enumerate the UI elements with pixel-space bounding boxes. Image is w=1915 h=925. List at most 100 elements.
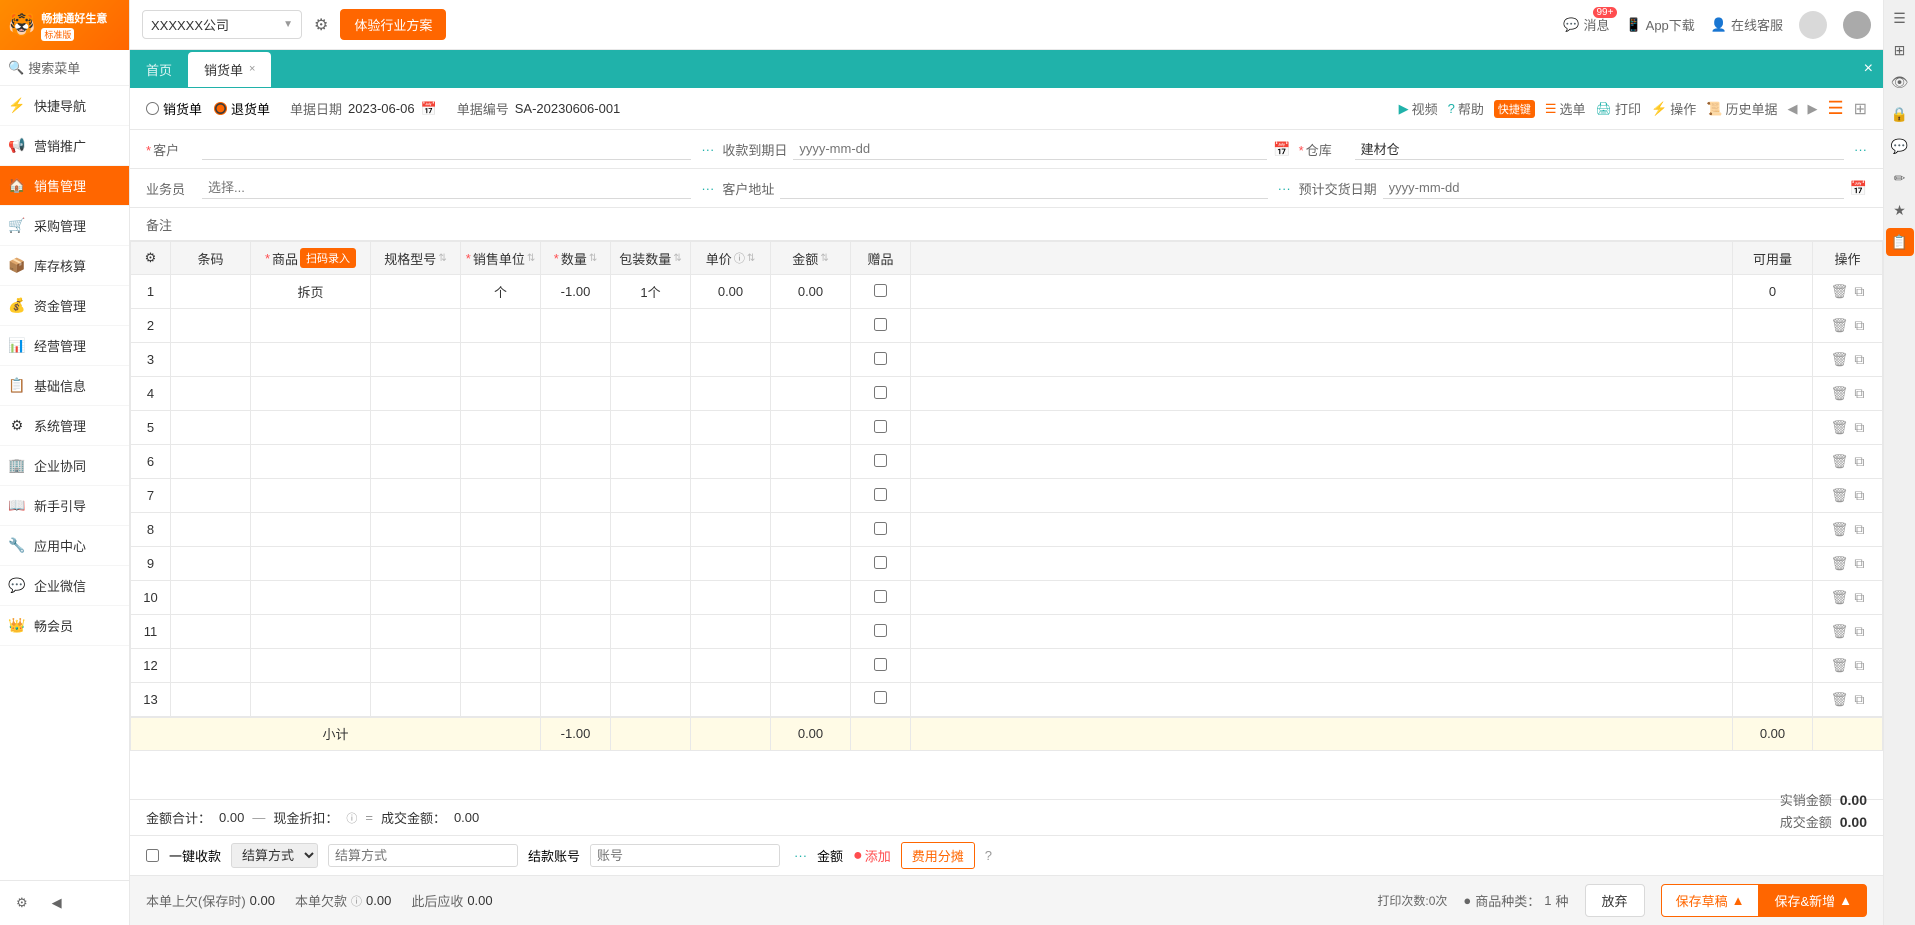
delete-row-btn-12[interactable]: 🗑	[1831, 691, 1849, 708]
cell-gift-5[interactable]	[851, 445, 911, 479]
cell-amount-2[interactable]	[771, 343, 851, 377]
salesperson-input[interactable]	[202, 177, 691, 199]
delete-row-btn-2[interactable]: 🗑	[1831, 351, 1849, 368]
right-table-view-icon[interactable]: ☰	[1886, 4, 1914, 32]
cell-pkgqty-9[interactable]	[611, 581, 691, 615]
cell-spec-12[interactable]	[371, 683, 461, 717]
cell-barcode-0[interactable]	[171, 275, 251, 309]
cell-price-10[interactable]	[691, 615, 771, 649]
cell-qty-3[interactable]	[541, 377, 611, 411]
sidebar-item-inventory[interactable]: 📦 库存核算	[0, 246, 129, 286]
cell-price-9[interactable]	[691, 581, 771, 615]
cell-qty-4[interactable]	[541, 411, 611, 445]
cell-remark-6[interactable]	[911, 479, 1733, 513]
cell-gift-1[interactable]	[851, 309, 911, 343]
sidebar-item-sales[interactable]: 🏠 销售管理	[0, 166, 129, 206]
cell-gift-11[interactable]	[851, 649, 911, 683]
cell-spec-2[interactable]	[371, 343, 461, 377]
tool-print[interactable]: 🖨 打印	[1596, 99, 1642, 118]
tool-help[interactable]: ? 帮助	[1448, 99, 1484, 118]
cell-pkgqty-12[interactable]	[611, 683, 691, 717]
sidebar-item-basic[interactable]: 📋 基础信息	[0, 366, 129, 406]
cell-price-4[interactable]	[691, 411, 771, 445]
cell-qty-8[interactable]	[541, 547, 611, 581]
cell-pkgqty-5[interactable]	[611, 445, 691, 479]
tab-sales-order[interactable]: 销货单 ×	[188, 52, 271, 87]
tab-close-all-btn[interactable]: ×	[1864, 60, 1873, 78]
cell-product-4[interactable]	[251, 411, 371, 445]
cell-product-12[interactable]	[251, 683, 371, 717]
nav-prev-icon[interactable]: ◀	[1787, 101, 1797, 117]
view-grid-icon[interactable]: ⊞	[1854, 99, 1867, 119]
message-btn[interactable]: 💬 消息 99+	[1563, 15, 1609, 34]
sidebar-item-enterprise[interactable]: 🏢 企业协同	[0, 446, 129, 486]
due-date-calendar-icon[interactable]: 📅	[1273, 141, 1290, 158]
warehouse-dots[interactable]: ···	[1854, 142, 1867, 157]
cell-product-8[interactable]	[251, 547, 371, 581]
sidebar-settings-btn[interactable]: ⚙	[8, 887, 36, 919]
radio-return[interactable]: 退货单	[214, 99, 270, 118]
cell-unit-9[interactable]	[461, 581, 541, 615]
copy-row-btn-4[interactable]: ⧉	[1854, 419, 1864, 436]
cell-amount-11[interactable]	[771, 649, 851, 683]
sidebar-item-purchase[interactable]: 🛒 采购管理	[0, 206, 129, 246]
sidebar-item-capital[interactable]: 💰 资金管理	[0, 286, 129, 326]
cell-product-6[interactable]	[251, 479, 371, 513]
cell-amount-3[interactable]	[771, 377, 851, 411]
cell-barcode-7[interactable]	[171, 513, 251, 547]
cell-spec-11[interactable]	[371, 649, 461, 683]
cell-qty-7[interactable]	[541, 513, 611, 547]
sidebar-item-quick-nav[interactable]: ⚡ 快捷导航	[0, 86, 129, 126]
gift-checkbox-9[interactable]	[874, 590, 887, 603]
cell-barcode-8[interactable]	[171, 547, 251, 581]
delete-row-btn-0[interactable]: 🗑	[1831, 283, 1849, 300]
cell-spec-1[interactable]	[371, 309, 461, 343]
cell-unit-3[interactable]	[461, 377, 541, 411]
delete-row-btn-6[interactable]: 🗑	[1831, 487, 1849, 504]
cell-pkgqty-3[interactable]	[611, 377, 691, 411]
trial-btn[interactable]: 体验行业方案	[340, 9, 446, 40]
cell-spec-10[interactable]	[371, 615, 461, 649]
gift-checkbox-11[interactable]	[874, 658, 887, 671]
cell-pkgqty-11[interactable]	[611, 649, 691, 683]
scan-btn[interactable]: 扫码录入	[300, 248, 356, 268]
cell-product-7[interactable]	[251, 513, 371, 547]
sidebar-item-operations[interactable]: 📊 经营管理	[0, 326, 129, 366]
copy-row-btn-10[interactable]: ⧉	[1854, 623, 1864, 640]
cell-amount-10[interactable]	[771, 615, 851, 649]
cell-product-11[interactable]	[251, 649, 371, 683]
delete-row-btn-7[interactable]: 🗑	[1831, 521, 1849, 538]
account-dots[interactable]: ···	[794, 848, 807, 863]
cell-remark-2[interactable]	[911, 343, 1733, 377]
cell-barcode-12[interactable]	[171, 683, 251, 717]
calendar-icon[interactable]: 📅	[421, 101, 437, 117]
delete-row-btn-11[interactable]: 🗑	[1831, 657, 1849, 674]
gift-checkbox-8[interactable]	[874, 556, 887, 569]
customer-dots[interactable]: ···	[701, 142, 714, 157]
cell-product-2[interactable]	[251, 343, 371, 377]
save-new-btn[interactable]: 保存&新增 ▲	[1759, 884, 1867, 917]
tab-close-icon[interactable]: ×	[249, 63, 255, 75]
sidebar-item-marketing[interactable]: 📢 营销推广	[0, 126, 129, 166]
cell-remark-11[interactable]	[911, 649, 1733, 683]
right-card-view-icon[interactable]: ⊞	[1886, 36, 1914, 64]
cell-remark-5[interactable]	[911, 445, 1733, 479]
customer-input[interactable]	[202, 138, 691, 160]
cell-price-8[interactable]	[691, 547, 771, 581]
cell-gift-12[interactable]	[851, 683, 911, 717]
radio-sales-input[interactable]	[146, 102, 159, 115]
copy-row-btn-11[interactable]: ⧉	[1854, 657, 1864, 674]
cell-amount-7[interactable]	[771, 513, 851, 547]
cell-barcode-10[interactable]	[171, 615, 251, 649]
cell-amount-5[interactable]	[771, 445, 851, 479]
expected-delivery-calendar-icon[interactable]: 📅	[1850, 180, 1867, 197]
warehouse-input[interactable]	[1355, 138, 1844, 160]
cell-amount-9[interactable]	[771, 581, 851, 615]
salesperson-dots[interactable]: ···	[701, 181, 714, 196]
cell-unit-0[interactable]: 个	[461, 275, 541, 309]
delete-row-btn-9[interactable]: 🗑	[1831, 589, 1849, 606]
cell-product-10[interactable]	[251, 615, 371, 649]
cell-unit-8[interactable]	[461, 547, 541, 581]
copy-row-btn-6[interactable]: ⧉	[1854, 487, 1864, 504]
cell-barcode-2[interactable]	[171, 343, 251, 377]
